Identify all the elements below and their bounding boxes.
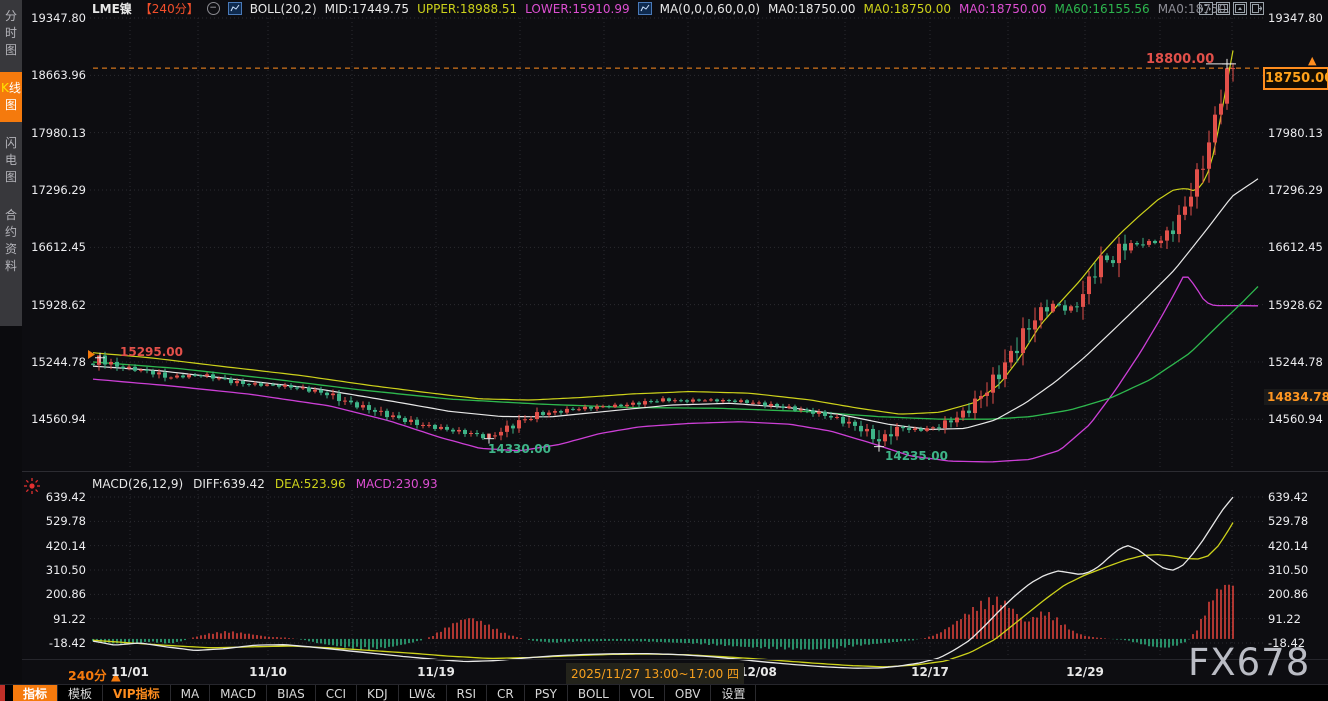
boll-lower-value: LOWER:15910.99: [525, 2, 629, 16]
fx678-watermark: FX678: [1188, 641, 1310, 684]
toolbar-item-kdj[interactable]: KDJ: [357, 685, 399, 701]
macd-axis-left-label: -18.42: [28, 636, 86, 650]
sidebar-tab-kline-chart[interactable]: K线图: [0, 72, 22, 122]
toolbar-item-cci[interactable]: CCI: [316, 685, 357, 701]
time-tick: 12/17: [911, 665, 949, 679]
toolbar-item-obv[interactable]: OBV: [665, 685, 712, 701]
time-tick: 11/01: [111, 665, 149, 679]
toolbar-item-boll[interactable]: BOLL: [568, 685, 620, 701]
toolbar-item-settings[interactable]: 设置: [711, 685, 756, 701]
pane-split-icon[interactable]: [1233, 2, 1247, 15]
candlesticks: [91, 63, 1235, 447]
price-axis-left-label: 14560.94: [28, 412, 86, 426]
price-axis-left-label: 17980.13: [28, 126, 86, 140]
toolbar-item-vol[interactable]: VOL: [620, 685, 665, 701]
ma-indicator-icon[interactable]: [638, 2, 652, 15]
toolbar-item-ma[interactable]: MA: [171, 685, 211, 701]
price-axis-right-label: 15244.78: [1268, 355, 1323, 369]
price-axis-left-label: 16612.45: [28, 240, 86, 254]
boll-indicator-icon[interactable]: [228, 2, 242, 15]
ma3-value: MA0:18750.00: [959, 2, 1047, 16]
boll-upper-value: UPPER:18988.51: [417, 2, 517, 16]
price-axis-left-label: 19347.80: [28, 11, 86, 25]
indicator-header: LME镍 【240分】 − BOLL(20,2) MID:17449.75 UP…: [92, 1, 1230, 16]
macd-axis-left-label: 91.22: [28, 612, 86, 626]
collapse-indicator-icon[interactable]: −: [207, 2, 220, 15]
pan-move-icon[interactable]: [1199, 2, 1213, 15]
price-axis-right-label: 14560.94: [1268, 412, 1323, 426]
macd-axis-right-label: 639.42: [1268, 490, 1308, 504]
pane-layout-icon[interactable]: [1216, 2, 1230, 15]
time-tick: 12/08: [739, 665, 777, 679]
boll-label: BOLL(20,2): [250, 2, 317, 16]
toolbar-item-lwr[interactable]: LW&: [399, 685, 447, 701]
macd-axis-left-label: 310.50: [28, 563, 86, 577]
period-label: 【240分】: [140, 0, 199, 17]
macd-diff-value: DIFF:639.42: [193, 477, 265, 491]
time-axis: 240分 ▲ 11/0111/1011/1912/0812/1712/29202…: [22, 659, 1328, 684]
ma-group-label: MA(0,0,0,60,0,0): [660, 2, 760, 16]
time-tick: 11/10: [249, 665, 287, 679]
swing-high-label: 15295.00: [120, 345, 183, 359]
sidebar: 分时图 K线图 闪电图 合约资料: [0, 0, 22, 701]
last-price-badge: 18750.00: [1263, 67, 1328, 90]
macd-header: MACD(26,12,9) DIFF:639.42 DEA:523.96 MAC…: [92, 477, 438, 491]
selected-bar-time: 2025/11/27 13:00~17:00 四: [566, 663, 744, 684]
grid: [90, 18, 1264, 656]
toolbar-accent-mark: [0, 685, 5, 701]
ma1-value: MA0:18750.00: [768, 2, 856, 16]
toolbar-item-template[interactable]: 模板: [58, 685, 103, 701]
price-axis-right-label: 16612.45: [1268, 240, 1323, 254]
ma60-value: MA60:16155.56: [1055, 2, 1150, 16]
swing-low-label-2: 14235.00: [885, 449, 948, 463]
alert-starburst-icon: [22, 477, 42, 495]
price-axis-left-label: 17296.29: [28, 183, 86, 197]
boll-mid-value: MID:17449.75: [325, 2, 409, 16]
sidebar-tab-contract-info[interactable]: 合约资料: [0, 199, 22, 283]
macd-dea-value: DEA:523.96: [275, 477, 346, 491]
session-high-label: 18800.00: [1146, 52, 1214, 67]
sidebar-tabstrip: 分时图 K线图 闪电图 合约资料: [0, 0, 22, 326]
price-axis-left-label: 18663.96: [28, 68, 86, 82]
price-axis-right-label: 19347.80: [1268, 11, 1323, 25]
toolbar-item-macd[interactable]: MACD: [210, 685, 267, 701]
time-tick: 12/29: [1066, 665, 1104, 679]
macd-axis-left-label: 529.78: [28, 514, 86, 528]
symbol-name: LME镍: [92, 0, 132, 17]
chart-canvas[interactable]: [0, 0, 1328, 701]
toolbar-item-vip-indicator[interactable]: VIP指标: [103, 685, 171, 701]
macd-axis-right-label: 91.22: [1268, 612, 1301, 626]
price-axis-right-label: 15928.62: [1268, 298, 1323, 312]
chart-tool-icons: [1199, 2, 1264, 15]
time-tick: 11/19: [417, 665, 455, 679]
macd-axis-right-label: 200.86: [1268, 587, 1308, 601]
macd-axis-right-label: 529.78: [1268, 514, 1308, 528]
macd-axis-left-label: 420.14: [28, 539, 86, 553]
macd-macd-value: MACD:230.93: [356, 477, 438, 491]
sidebar-tab-time-chart[interactable]: 分时图: [0, 0, 22, 67]
price-axis-left-label: 15244.78: [28, 355, 86, 369]
price-axis-left-label: 15928.62: [28, 298, 86, 312]
macd-axis-left-label: 200.86: [28, 587, 86, 601]
prev-close-tick: [88, 350, 95, 359]
toolbar-item-rsi[interactable]: RSI: [447, 685, 488, 701]
expand-right-icon[interactable]: [1250, 2, 1264, 15]
ma2-value: MA0:18750.00: [864, 2, 952, 16]
toolbar-item-indicator[interactable]: 指标: [13, 685, 58, 701]
price-axis-right-label: 17296.29: [1268, 183, 1323, 197]
macd-axis-right-label: 310.50: [1268, 563, 1308, 577]
price-up-arrow-icon: ▲: [1308, 54, 1316, 67]
toolbar-item-psy[interactable]: PSY: [525, 685, 568, 701]
axis-price-mark: 14834.78: [1264, 389, 1328, 405]
sidebar-tab-flash-chart[interactable]: 闪电图: [0, 127, 22, 194]
macd-name: MACD(26,12,9): [92, 477, 183, 491]
toolbar-item-cr[interactable]: CR: [487, 685, 525, 701]
toolbar-item-bias[interactable]: BIAS: [267, 685, 316, 701]
macd-axis-right-label: 420.14: [1268, 539, 1308, 553]
price-axis-right-label: 17980.13: [1268, 126, 1323, 140]
indicator-toolbar: 指标模板VIP指标MAMACDBIASCCIKDJLW&RSICRPSYBOLL…: [0, 684, 1328, 701]
trading-app-window: 分时图 K线图 闪电图 合约资料 LME镍 【240分】 − BOLL(20,2…: [0, 0, 1328, 701]
swing-low-label-1: 14330.00: [488, 442, 551, 456]
